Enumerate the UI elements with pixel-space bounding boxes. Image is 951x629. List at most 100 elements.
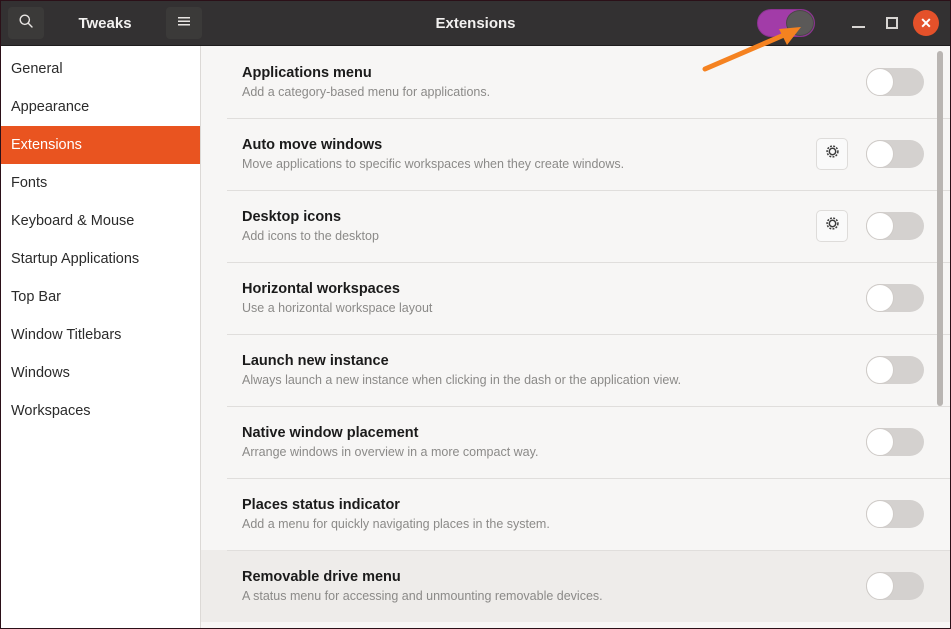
extension-title: Launch new instance (242, 352, 389, 369)
gear-icon (824, 215, 841, 237)
extension-description: Add icons to the desktop (242, 228, 379, 243)
row-text: Horizontal workspaces Use a horizontal w… (242, 280, 866, 317)
sidebar-item-label: Workspaces (11, 403, 91, 419)
table-row[interactable]: Places status indicator Add a menu for q… (201, 478, 950, 550)
close-icon: ✕ (920, 15, 932, 31)
sidebar-item-keyboard-and-mouse[interactable]: Keyboard & Mouse (1, 202, 200, 240)
maximize-button[interactable] (875, 6, 909, 40)
row-text: Launch new instance Always launch a new … (242, 352, 866, 389)
extension-title: Applications menu (242, 64, 372, 81)
extension-toggle[interactable] (866, 572, 924, 600)
toggle-knob (866, 140, 894, 168)
window-body: General Appearance Extensions Fonts Keyb… (1, 46, 950, 628)
extension-title: Native window placement (242, 424, 419, 441)
minimize-button[interactable] (841, 6, 875, 40)
extension-toggle[interactable] (866, 428, 924, 456)
extension-toggle[interactable] (866, 68, 924, 96)
vertical-scrollbar[interactable] (937, 51, 943, 406)
toggle-knob (866, 356, 894, 384)
sidebar-item-label: Keyboard & Mouse (11, 213, 135, 229)
global-extensions-toggle[interactable] (757, 9, 815, 37)
row-controls (866, 572, 924, 600)
table-row[interactable]: Horizontal workspaces Use a horizontal w… (201, 262, 950, 334)
toggle-knob (866, 572, 894, 600)
sidebar-item-label: Windows (11, 365, 70, 381)
maximize-icon (886, 17, 898, 29)
sidebar-item-general[interactable]: General (1, 50, 200, 88)
row-text: Auto move windows Move applications to s… (242, 136, 816, 173)
toggle-knob (866, 212, 894, 240)
sidebar-item-window-titlebars[interactable]: Window Titlebars (1, 316, 200, 354)
sidebar-item-appearance[interactable]: Appearance (1, 88, 200, 126)
row-text: Applications menu Add a category-based m… (242, 64, 866, 101)
extension-description: Move applications to specific workspaces… (242, 156, 625, 171)
extension-description: Add a menu for quickly navigating places… (242, 516, 550, 531)
window-titlebar: Tweaks Extensions ✕ (1, 1, 950, 46)
table-row[interactable]: Launch new instance Always launch a new … (201, 334, 950, 406)
minimize-icon (851, 26, 865, 28)
close-button[interactable]: ✕ (913, 10, 939, 36)
extension-title: Places status indicator (242, 496, 400, 513)
extension-description: Use a horizontal workspace layout (242, 300, 433, 315)
extension-toggle[interactable] (866, 212, 924, 240)
sidebar-item-top-bar[interactable]: Top Bar (1, 278, 200, 316)
row-controls (866, 68, 924, 96)
toggle-knob (866, 500, 894, 528)
row-controls (866, 284, 924, 312)
sidebar-item-label: Window Titlebars (11, 327, 122, 343)
titlebar-right-group: ✕ (757, 6, 943, 40)
sidebar-item-label: Extensions (11, 137, 82, 153)
row-controls (866, 500, 924, 528)
row-text: Removable drive menu A status menu for a… (242, 568, 866, 605)
extension-description: Add a category-based menu for applicatio… (242, 84, 491, 99)
extension-toggle[interactable] (866, 284, 924, 312)
extension-title: Horizontal workspaces (242, 280, 400, 297)
sidebar-item-extensions[interactable]: Extensions (1, 126, 200, 164)
table-row[interactable]: Native window placement Arrange windows … (201, 406, 950, 478)
sidebar-item-label: Appearance (11, 99, 90, 115)
table-row[interactable]: Auto move windows Move applications to s… (201, 118, 950, 190)
extensions-list: Applications menu Add a category-based m… (201, 46, 950, 622)
row-text: Desktop icons Add icons to the desktop (242, 208, 816, 245)
search-icon (18, 13, 34, 34)
extension-settings-button[interactable] (816, 138, 848, 170)
extension-title: Auto move windows (242, 136, 383, 153)
hamburger-menu-icon (176, 14, 192, 33)
extension-toggle[interactable] (866, 500, 924, 528)
row-text: Native window placement Arrange windows … (242, 424, 866, 461)
extension-description: Always launch a new instance when clicki… (242, 372, 682, 387)
extension-title: Desktop icons (242, 208, 342, 225)
extension-settings-button[interactable] (816, 210, 848, 242)
titlebar-left-group: Tweaks (8, 7, 202, 39)
toggle-knob (866, 428, 894, 456)
sidebar: General Appearance Extensions Fonts Keyb… (1, 46, 201, 628)
extension-toggle[interactable] (866, 356, 924, 384)
row-controls (866, 356, 924, 384)
toggle-knob (786, 10, 814, 36)
tweaks-window: Tweaks Extensions ✕ General Appearance E… (0, 0, 951, 629)
extension-title: Removable drive menu (242, 568, 401, 585)
menu-button[interactable] (166, 7, 202, 39)
app-title: Tweaks (78, 14, 132, 32)
sidebar-item-label: Fonts (11, 175, 48, 191)
table-row[interactable]: Removable drive menu A status menu for a… (201, 550, 950, 622)
sidebar-item-workspaces[interactable]: Workspaces (1, 392, 200, 430)
extensions-list-panel: Applications menu Add a category-based m… (201, 46, 950, 628)
extension-toggle[interactable] (866, 140, 924, 168)
table-row[interactable]: Desktop icons Add icons to the desktop (201, 190, 950, 262)
sidebar-item-windows[interactable]: Windows (1, 354, 200, 392)
search-button[interactable] (8, 7, 44, 39)
row-controls (816, 210, 924, 242)
sidebar-item-fonts[interactable]: Fonts (1, 164, 200, 202)
toggle-knob (866, 68, 894, 96)
table-row[interactable]: Applications menu Add a category-based m… (201, 46, 950, 118)
row-controls (816, 138, 924, 170)
toggle-knob (866, 284, 894, 312)
extension-description: Arrange windows in overview in a more co… (242, 444, 539, 459)
gear-icon (824, 143, 841, 165)
sidebar-item-startup-applications[interactable]: Startup Applications (1, 240, 200, 278)
row-controls (866, 428, 924, 456)
sidebar-item-label: General (11, 61, 63, 77)
sidebar-item-label: Startup Applications (11, 251, 140, 267)
sidebar-item-label: Top Bar (11, 289, 61, 305)
